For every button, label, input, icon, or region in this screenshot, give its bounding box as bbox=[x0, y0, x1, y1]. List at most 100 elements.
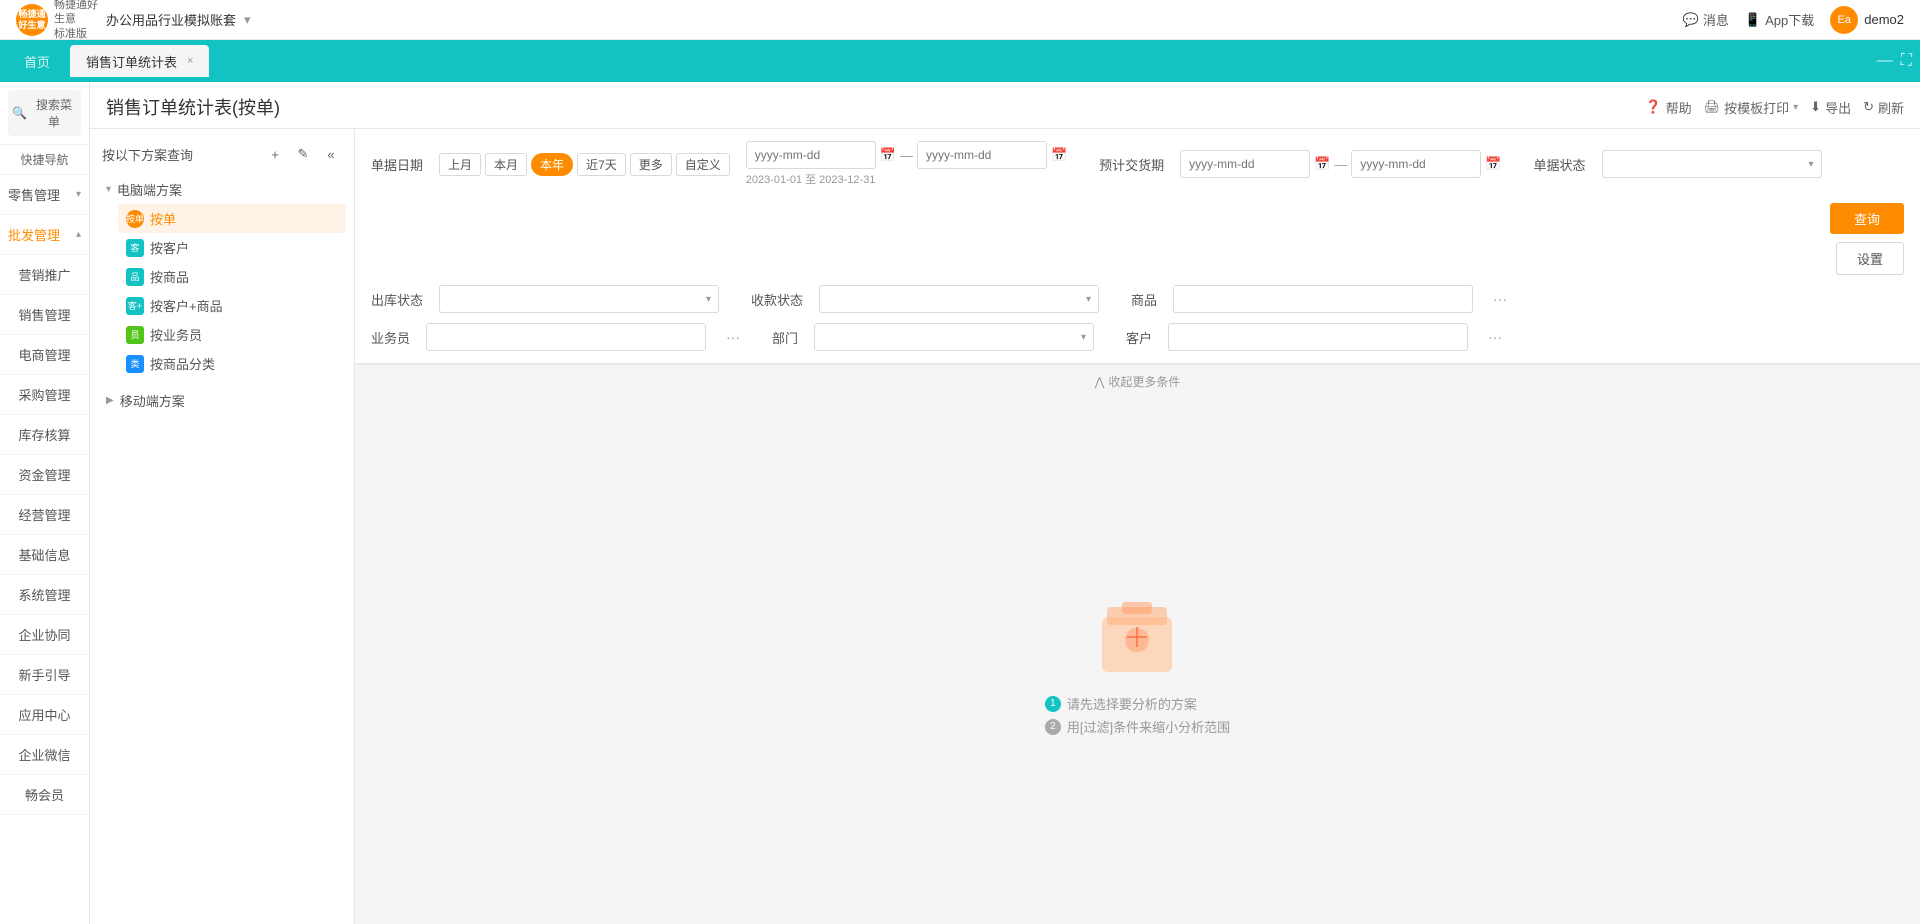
maximize-icon[interactable]: ⛶ bbox=[1901, 52, 1912, 70]
sidebar-item-inventory[interactable]: 库存核算 bbox=[0, 415, 89, 455]
top-bar: 畅捷通好生意 畅捷通好生意 标准版 办公用品行业模拟账套 ▾ 💬 消息 📱 Ap… bbox=[0, 0, 1920, 40]
tab-sales-order-stats[interactable]: 销售订单统计表 × bbox=[70, 45, 209, 77]
empty-tips: 1 请先选择要分析的方案 2 用[过滤]条件来缩小分析范围 bbox=[1045, 694, 1230, 740]
ship-status-wrapper: ▾ bbox=[439, 285, 719, 313]
message-button[interactable]: 💬 消息 bbox=[1683, 10, 1729, 29]
add-scheme-button[interactable]: + bbox=[264, 143, 286, 165]
sidebar: 🔍 搜索菜单 快捷导航 零售管理 ▾ 批发管理 ▴ 营销推广 销售管理 电商管理… bbox=[0, 82, 90, 924]
tree-item-by-customer-product[interactable]: 客+ 按客户+商品 bbox=[118, 291, 346, 320]
sidebar-item-system[interactable]: 系统管理 bbox=[0, 575, 89, 615]
dept-select[interactable] bbox=[814, 323, 1094, 351]
phone-icon: 📱 bbox=[1745, 12, 1761, 28]
sidebar-item-wholesale[interactable]: 批发管理 ▴ bbox=[0, 215, 89, 255]
sidebar-item-finance[interactable]: 资金管理 bbox=[0, 455, 89, 495]
right-content: 单据日期 上月 本月 本年 近7天 更多 自定义 📅 bbox=[355, 129, 1920, 924]
empty-content: 1 请先选择要分析的方案 2 用[过滤]条件来缩小分析范围 bbox=[1045, 582, 1230, 740]
left-panel-icons: + ✎ « bbox=[264, 143, 342, 165]
tree-item-by-category[interactable]: 类 按商品分类 bbox=[118, 349, 346, 378]
current-year-button[interactable]: 本年 bbox=[531, 153, 573, 176]
help-button[interactable]: ❓ 帮助 bbox=[1645, 98, 1691, 117]
expected-date-end-input[interactable] bbox=[1351, 150, 1481, 178]
top-right-actions: 💬 消息 📱 App下载 Ea demo2 bbox=[1683, 6, 1904, 34]
payment-status-wrapper: ▾ bbox=[819, 285, 1099, 313]
refresh-icon: ↻ bbox=[1863, 99, 1874, 115]
tree-item-by-customer[interactable]: 客 按客户 bbox=[118, 233, 346, 262]
settings-button[interactable]: 设置 bbox=[1836, 242, 1904, 275]
sidebar-item-wechat[interactable]: 企业微信 bbox=[0, 735, 89, 775]
sidebar-item-operation[interactable]: 经营管理 bbox=[0, 495, 89, 535]
filter-row-other: 业务员 ··· 部门 ▾ 客户 ··· bbox=[371, 323, 1904, 351]
payment-status-select[interactable] bbox=[819, 285, 1099, 313]
custom-date-button[interactable]: 自定义 bbox=[676, 153, 730, 176]
page-header: 销售订单统计表(按单) ❓ 帮助 🖨 按模板打印 ▾ ⬇ 导出 ↻ 刷新 bbox=[90, 82, 1920, 129]
tab-bar-right-actions: — ⛶ bbox=[1877, 52, 1912, 70]
customer-more-icon[interactable]: ··· bbox=[1488, 329, 1502, 345]
product-input[interactable] bbox=[1173, 285, 1473, 313]
last-month-button[interactable]: 上月 bbox=[439, 153, 481, 176]
sidebar-item-newbie[interactable]: 新手引导 bbox=[0, 655, 89, 695]
breadcrumb: 办公用品行业模拟账套 ▾ bbox=[106, 10, 1683, 29]
logo-area: 畅捷通好生意 畅捷通好生意 标准版 bbox=[16, 0, 106, 41]
status-select[interactable] bbox=[1602, 150, 1822, 178]
edit-scheme-button[interactable]: ✎ bbox=[292, 143, 314, 165]
sidebar-item-member[interactable]: 畅会员 bbox=[0, 775, 89, 815]
by-customer-icon: 客 bbox=[126, 239, 144, 257]
payment-status-label: 收款状态 bbox=[751, 290, 803, 309]
sidebar-item-apps[interactable]: 应用中心 bbox=[0, 695, 89, 735]
calendar-start-icon: 📅 bbox=[880, 147, 896, 163]
template-print-button[interactable]: 🖨 按模板打印 ▾ bbox=[1704, 98, 1799, 117]
date-end-input[interactable] bbox=[917, 141, 1047, 169]
quick-nav-button[interactable]: 快捷导航 bbox=[0, 145, 89, 175]
tip-num-2: 2 bbox=[1045, 719, 1061, 735]
empty-illustration bbox=[1087, 582, 1187, 682]
product-more-icon[interactable]: ··· bbox=[1493, 291, 1507, 307]
refresh-button[interactable]: ↻ 刷新 bbox=[1863, 98, 1904, 117]
ship-status-label: 出库状态 bbox=[371, 290, 423, 309]
edit-icon: ✎ bbox=[298, 146, 309, 162]
customer-input[interactable] bbox=[1168, 323, 1468, 351]
last7-button[interactable]: 近7天 bbox=[577, 153, 626, 176]
tree-item-by-salesperson[interactable]: 员 按业务员 bbox=[118, 320, 346, 349]
search-menu-button[interactable]: 🔍 搜索菜单 bbox=[8, 90, 81, 136]
tab-close-icon[interactable]: × bbox=[187, 55, 193, 67]
breadcrumb-chevron-icon[interactable]: ▾ bbox=[244, 12, 251, 28]
main-layout: 🔍 搜索菜单 快捷导航 零售管理 ▾ 批发管理 ▴ 营销推广 销售管理 电商管理… bbox=[0, 82, 1920, 924]
sidebar-item-sales[interactable]: 销售管理 bbox=[0, 295, 89, 335]
sidebar-item-retail[interactable]: 零售管理 ▾ bbox=[0, 175, 89, 215]
app-download-button[interactable]: 📱 App下载 bbox=[1745, 10, 1814, 29]
tab-home[interactable]: 首页 bbox=[8, 45, 66, 77]
sidebar-item-enterprise[interactable]: 企业协同 bbox=[0, 615, 89, 655]
expected-date-start-input[interactable] bbox=[1180, 150, 1310, 178]
minimize-icon[interactable]: — bbox=[1877, 52, 1893, 70]
collapse-panel-button[interactable]: « bbox=[320, 143, 342, 165]
left-panel: 按以下方案查询 + ✎ « ▾ bbox=[90, 129, 355, 924]
this-month-button[interactable]: 本月 bbox=[485, 153, 527, 176]
calendar-icon-4: 📅 bbox=[1485, 156, 1501, 172]
sidebar-item-basic[interactable]: 基础信息 bbox=[0, 535, 89, 575]
export-button[interactable]: ⬇ 导出 bbox=[1810, 98, 1851, 117]
content-area: 销售订单统计表(按单) ❓ 帮助 🖨 按模板打印 ▾ ⬇ 导出 ↻ 刷新 bbox=[90, 82, 1920, 924]
page-body: 按以下方案查询 + ✎ « ▾ bbox=[90, 129, 1920, 924]
sidebar-item-ecommerce[interactable]: 电商管理 bbox=[0, 335, 89, 375]
by-product-icon: 品 bbox=[126, 268, 144, 286]
salesperson-input[interactable] bbox=[426, 323, 706, 351]
date-start-input[interactable] bbox=[746, 141, 876, 169]
more-date-button[interactable]: 更多 bbox=[630, 153, 672, 176]
sidebar-item-marketing[interactable]: 营销推广 bbox=[0, 255, 89, 295]
search-icon: 🔍 bbox=[12, 106, 27, 120]
customer-label: 客户 bbox=[1126, 328, 1152, 347]
collapse-bar[interactable]: ⋀ 收起更多条件 bbox=[355, 364, 1920, 398]
query-button[interactable]: 查询 bbox=[1830, 203, 1904, 234]
salesperson-more-icon[interactable]: ··· bbox=[726, 329, 740, 345]
ship-status-select[interactable] bbox=[439, 285, 719, 313]
plus-icon: + bbox=[271, 147, 279, 162]
tree-section-mobile: ▶ 移动端方案 bbox=[98, 386, 346, 415]
dept-label: 部门 bbox=[772, 328, 798, 347]
user-profile[interactable]: Ea demo2 bbox=[1830, 6, 1904, 34]
tree-item-by-order[interactable]: 按单 按单 bbox=[118, 204, 346, 233]
empty-svg bbox=[1087, 582, 1187, 682]
date-filter-label: 单据日期 bbox=[371, 155, 423, 174]
sidebar-item-purchase[interactable]: 采购管理 bbox=[0, 375, 89, 415]
tree-item-by-product[interactable]: 品 按商品 bbox=[118, 262, 346, 291]
tab-bar: 首页 销售订单统计表 × — ⛶ bbox=[0, 40, 1920, 82]
